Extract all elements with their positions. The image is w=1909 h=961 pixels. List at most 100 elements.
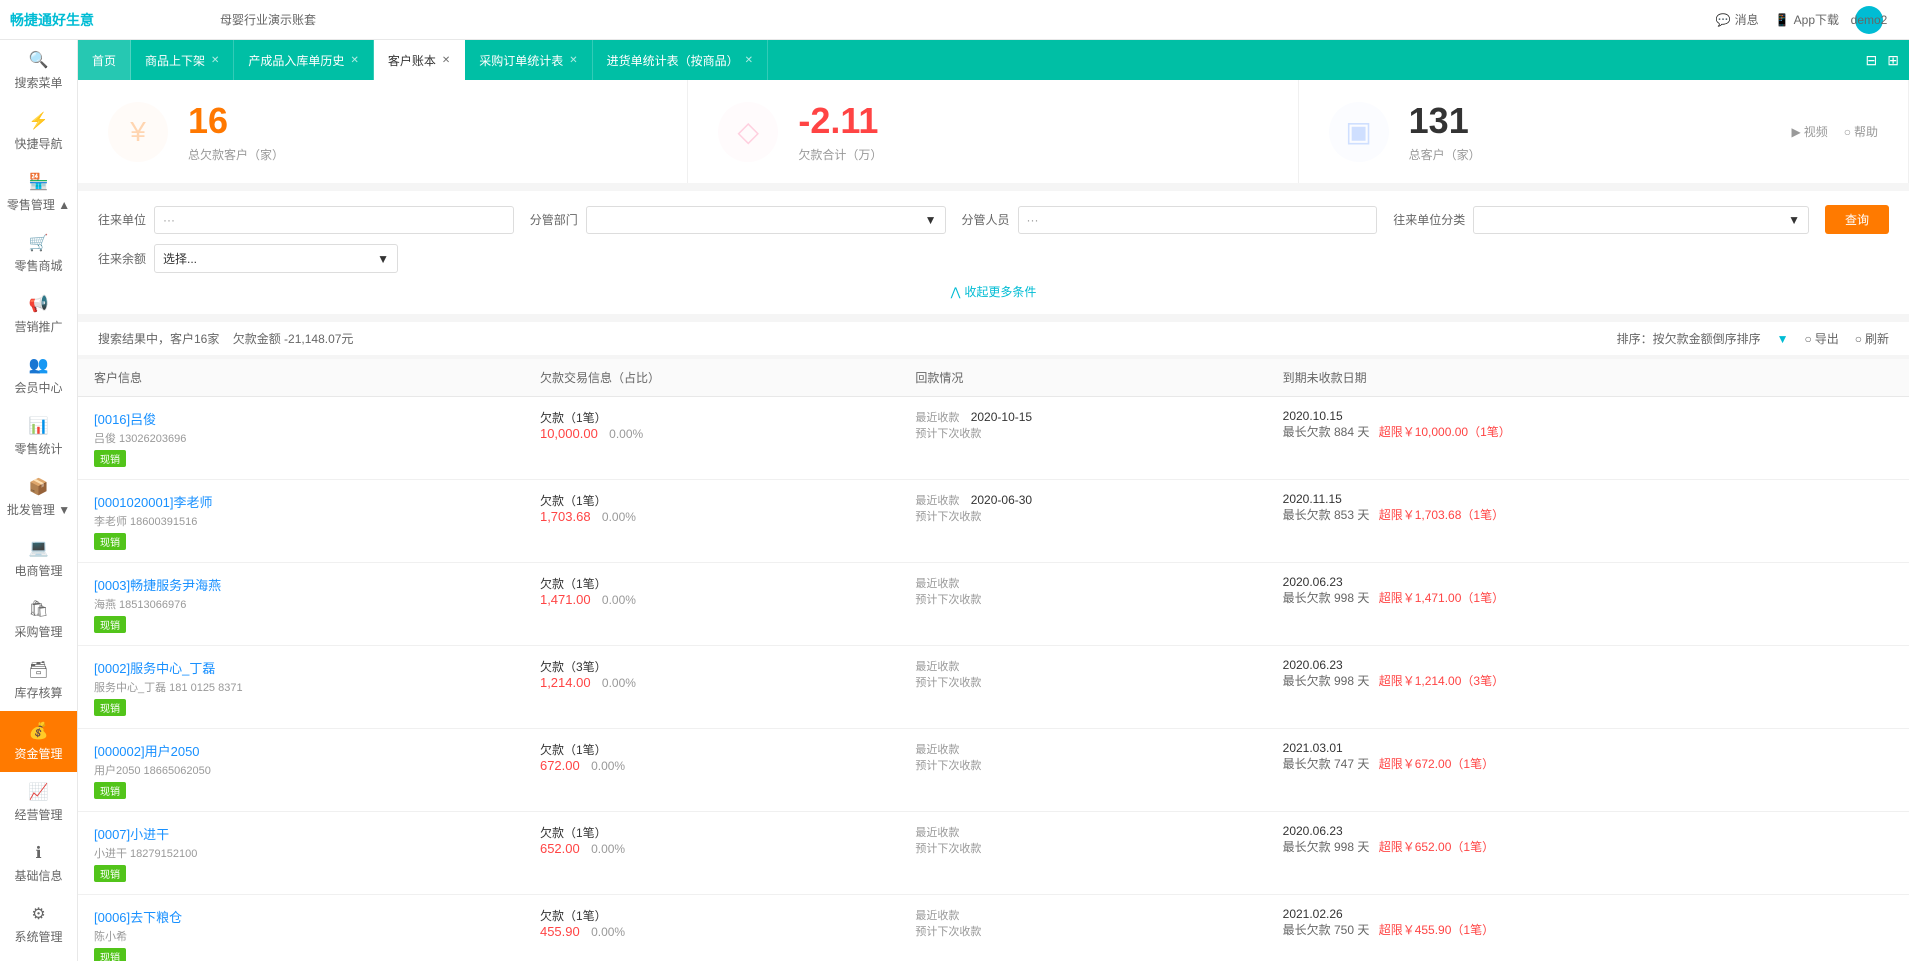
tab-purchase-order[interactable]: 采购订单统计表 ✕ xyxy=(465,40,592,80)
sidebar-item-inventory[interactable]: 🗃 库存核算 xyxy=(0,650,77,711)
debt-amount-row: 672.00 0.00% xyxy=(540,758,883,773)
tab-close-purchase-stat[interactable]: ✕ xyxy=(745,55,753,66)
tab-close-product-instock[interactable]: ✕ xyxy=(350,55,358,66)
overdue-amount[interactable]: 超限￥672.00（1笔） xyxy=(1379,757,1494,771)
sidebar-item-retail-mgmt[interactable]: 🏪 零售管理 ▲ xyxy=(0,162,77,223)
sidebar-item-retail-mall[interactable]: 🛒 零售商城 xyxy=(0,223,77,284)
customer-name-link[interactable]: [0003]畅捷服务尹海燕 xyxy=(94,575,508,594)
debt-amount[interactable]: 1,214.00 xyxy=(540,675,591,690)
tab-close-product-shelf[interactable]: ✕ xyxy=(211,55,219,66)
sidebar-item-basic-info[interactable]: ℹ 基础信息 xyxy=(0,833,77,894)
debt-pct: 0.00% xyxy=(602,510,636,524)
content-area: 首页 商品上下架 ✕ 产成品入库单历史 ✕ 客户账本 ✕ 采购订单统计表 ✕ xyxy=(78,40,1909,961)
chevron-down-icon-sort[interactable]: ▼ xyxy=(1777,332,1789,346)
next-collect: 预计下次收款 xyxy=(915,840,1250,856)
customer-name-link[interactable]: [0016]吕俊 xyxy=(94,409,508,428)
overdue-row: 最长欠款 747 天 超限￥672.00（1笔） xyxy=(1283,755,1893,772)
cell-customer-info: [0001020001]李老师 李老师 18600391516 现销 xyxy=(78,480,524,563)
unit-category-input[interactable]: ▼ xyxy=(1473,206,1809,234)
tab-purchase-stat[interactable]: 进货单统计表（按商品） ✕ xyxy=(593,40,768,80)
store-selector[interactable]: 母婴行业演示账套 xyxy=(210,11,326,28)
sidebar-item-quick-nav[interactable]: ⚡ 快捷导航 xyxy=(0,101,77,162)
tab-product-shelf[interactable]: 商品上下架 ✕ xyxy=(131,40,234,80)
table-row: [0007]小进干 小进干 18279152100 现销 欠款（1笔） 652.… xyxy=(78,812,1909,895)
cell-debt-info: 欠款（3笔） 1,214.00 0.00% xyxy=(524,646,899,729)
overdue-amount[interactable]: 超限￥1,214.00（3笔） xyxy=(1379,674,1504,688)
overdue-amount[interactable]: 超限￥652.00（1笔） xyxy=(1379,840,1494,854)
sidebar-item-marketing[interactable]: 📢 营销推广 xyxy=(0,284,77,345)
search-button[interactable]: 查询 xyxy=(1825,205,1889,234)
refresh-btn[interactable]: ○ 刷新 xyxy=(1855,330,1889,347)
overdue-amount[interactable]: 超限￥1,703.68（1笔） xyxy=(1379,508,1504,522)
debt-amount-row: 455.90 0.00% xyxy=(540,924,883,939)
overdue-amount[interactable]: 超限￥10,000.00（1笔） xyxy=(1379,425,1511,439)
debt-amount-row: 1,703.68 0.00% xyxy=(540,509,883,524)
message-btn[interactable]: 💬 消息 xyxy=(1716,11,1759,28)
last-collect-row: 最近收款 2020-06-30 xyxy=(915,492,1250,508)
balance-input[interactable]: 选择... ▼ xyxy=(154,244,398,273)
stat-value-total-customers: 131 xyxy=(1409,100,1481,142)
debt-amount[interactable]: 1,471.00 xyxy=(540,592,591,607)
export-icon: ○ xyxy=(1804,332,1811,346)
stat-icon-debt-customers: ¥ xyxy=(108,102,168,162)
customer-name-link[interactable]: [000002]用户2050 xyxy=(94,741,508,760)
sidebar-item-system[interactable]: ⚙ 系统管理 xyxy=(0,894,77,955)
from-unit-input[interactable]: ··· xyxy=(154,206,514,234)
cell-debt-info: 欠款（1笔） 1,471.00 0.00% xyxy=(524,563,899,646)
cell-customer-info: [0006]去下粮仓 陈小希 现销 xyxy=(78,895,524,961)
app-download-btn[interactable]: 📱 App下载 xyxy=(1775,11,1839,28)
customer-name-link[interactable]: [0001020001]李老师 xyxy=(94,492,508,511)
quick-nav-icon: ⚡ xyxy=(29,111,49,131)
debt-amount[interactable]: 10,000.00 xyxy=(540,426,598,441)
debt-amount[interactable]: 1,703.68 xyxy=(540,509,591,524)
tab-bar: 首页 商品上下架 ✕ 产成品入库单历史 ✕ 客户账本 ✕ 采购订单统计表 ✕ xyxy=(78,40,1909,80)
debt-amount[interactable]: 672.00 xyxy=(540,758,580,773)
overdue-amount[interactable]: 超限￥1,471.00（1笔） xyxy=(1379,591,1504,605)
sidebar-item-batch-mgmt[interactable]: 📦 批发管理 ▼ xyxy=(0,467,77,528)
stats-row: ¥ 16 总欠款客户（家） ◇ -2.11 欠款合计（万） xyxy=(78,80,1909,183)
sidebar-item-search[interactable]: 🔍 搜索菜单 xyxy=(0,40,77,101)
sidebar-item-capital[interactable]: 💰 资金管理 xyxy=(0,711,77,772)
tab-product-instock[interactable]: 产成品入库单历史 ✕ xyxy=(234,40,373,80)
results-bar: 搜索结果中，客户16家 欠款金额 -21,148.07元 排序：按欠款金额倒序排… xyxy=(78,322,1909,355)
overdue-amount[interactable]: 超限￥455.90（1笔） xyxy=(1379,923,1494,937)
customer-name-link[interactable]: [0006]去下粮仓 xyxy=(94,907,508,926)
overdue-row: 最长欠款 884 天 超限￥10,000.00（1笔） xyxy=(1283,423,1893,440)
th-customer-info: 客户信息 xyxy=(78,359,524,397)
tab-customer-account[interactable]: 客户账本 ✕ xyxy=(374,40,465,80)
export-btn[interactable]: ○ 导出 xyxy=(1804,330,1838,347)
filter-collapse-btn[interactable]: ⋀ 收起更多条件 xyxy=(98,283,1889,300)
debt-amount[interactable]: 652.00 xyxy=(540,841,580,856)
filter-area: 往来单位 ··· 分管部门 ▼ xyxy=(78,191,1909,314)
manager-input[interactable]: ··· xyxy=(1018,206,1378,234)
retail-mgmt-icon: 🏪 xyxy=(29,172,49,192)
debt-pct: 0.00% xyxy=(602,676,636,690)
debt-amount[interactable]: 455.90 xyxy=(540,924,580,939)
customer-name-link[interactable]: [0007]小进干 xyxy=(94,824,508,843)
tab-close-customer-account[interactable]: ✕ xyxy=(442,55,450,66)
sidebar-item-business[interactable]: 📈 经营管理 xyxy=(0,772,77,833)
customer-name-link[interactable]: [0002]服务中心_丁磊 xyxy=(94,658,508,677)
sidebar-item-purchase[interactable]: 🛍 采购管理 xyxy=(0,589,77,650)
tab-close-purchase-order[interactable]: ✕ xyxy=(569,55,577,66)
logo-area: 畅捷通好生意 xyxy=(10,10,210,30)
sidebar-item-member[interactable]: 👥 会员中心 xyxy=(0,345,77,406)
tab-minimize-btn[interactable]: ⊟ xyxy=(1866,52,1878,69)
refresh-icon: ○ xyxy=(1855,332,1862,346)
tab-expand-btn[interactable]: ⊞ xyxy=(1887,52,1899,69)
sidebar-item-retail-stat[interactable]: 📊 零售统计 xyxy=(0,406,77,467)
debt-pct: 0.00% xyxy=(609,427,643,441)
due-date: 2021.03.01 xyxy=(1283,741,1893,755)
filter-manager: 分管人员 ··· xyxy=(962,206,1378,234)
results-info: 搜索结果中，客户16家 欠款金额 -21,148.07元 xyxy=(98,330,353,347)
retail-stat-icon: 📊 xyxy=(29,416,49,436)
dept-input[interactable]: ▼ xyxy=(586,206,946,234)
help-btn[interactable]: ○帮助 xyxy=(1844,123,1878,140)
tab-home[interactable]: 首页 xyxy=(78,40,131,80)
video-btn[interactable]: ▶视频 xyxy=(1791,123,1827,140)
avatar[interactable]: demo2 xyxy=(1855,6,1883,34)
sidebar-item-ecom[interactable]: 💻 电商管理 xyxy=(0,528,77,589)
from-unit-label: 往来单位 xyxy=(98,211,146,228)
overdue-days: 最长欠款 853 天 xyxy=(1283,508,1370,522)
sidebar-item-enterprise-coop[interactable]: 🤝 企业协同 xyxy=(0,955,77,961)
